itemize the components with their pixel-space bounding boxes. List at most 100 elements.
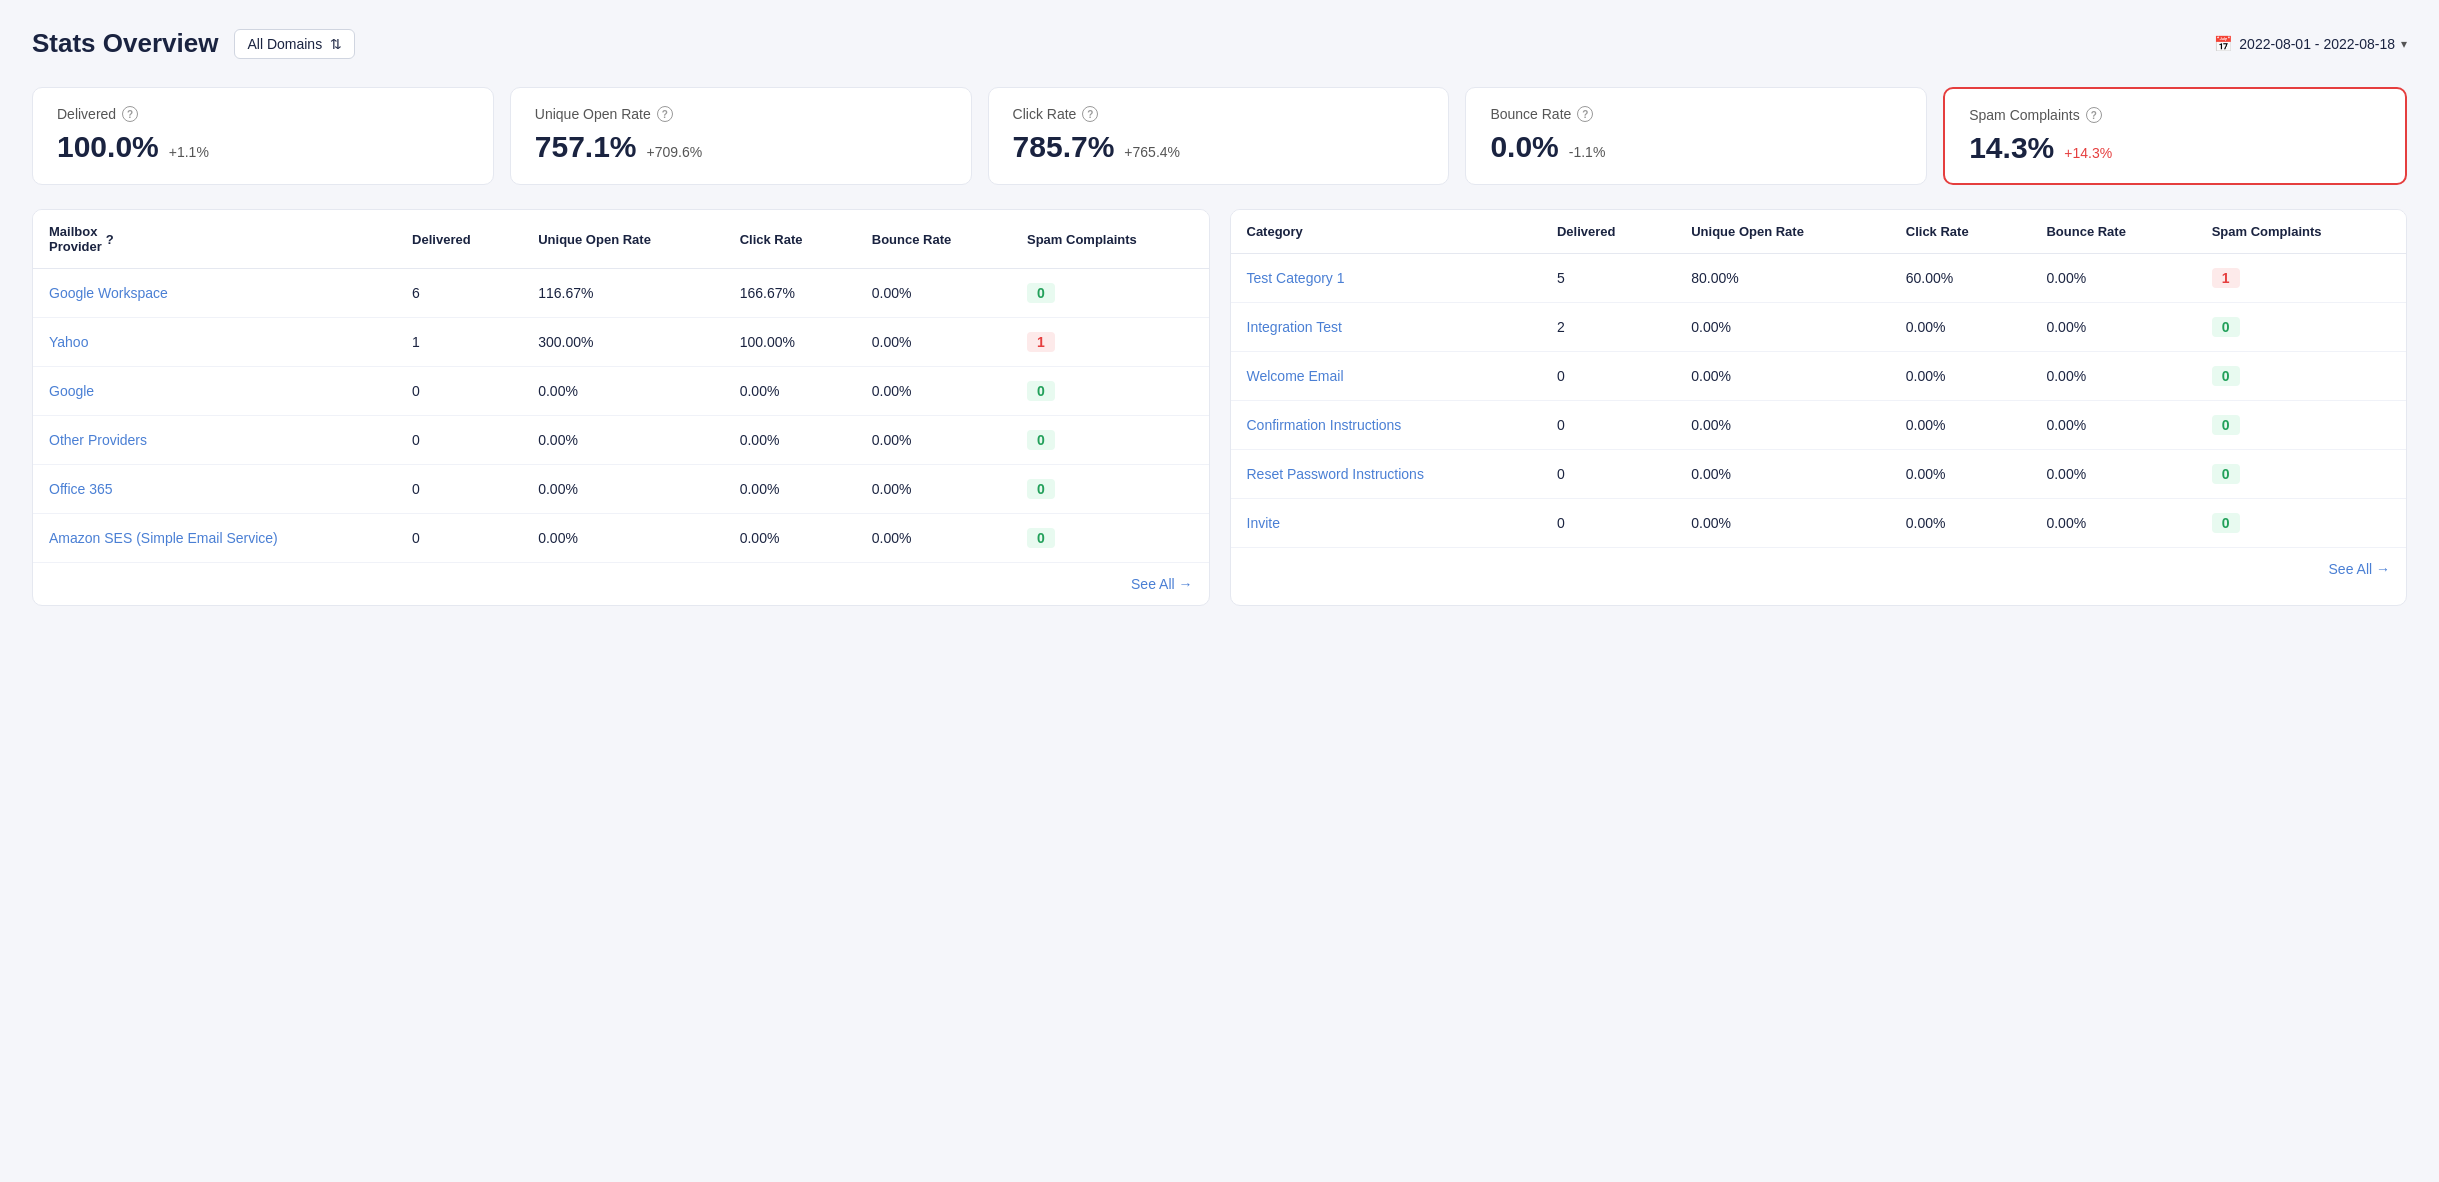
mailbox-name-cell[interactable]: Google (33, 367, 396, 416)
category-delivered-cell: 5 (1541, 254, 1675, 303)
category-see-all-link[interactable]: See All → (2329, 561, 2390, 577)
stat-value-delivered: 100.0% (57, 130, 159, 164)
col-mailbox-provider: MailboxProvider ? (33, 210, 396, 269)
category-table-row: Reset Password Instructions 0 0.00% 0.00… (1231, 450, 2407, 499)
stat-value-row-delivered: 100.0% +1.1% (57, 130, 469, 164)
category-table-row: Welcome Email 0 0.00% 0.00% 0.00% 0 (1231, 352, 2407, 401)
tables-row: MailboxProvider ? Delivered Unique Open … (32, 209, 2407, 606)
col-cat-unique-open-rate: Unique Open Rate (1675, 210, 1890, 254)
category-spam-badge: 0 (2212, 317, 2240, 337)
stat-change-unique_open_rate: +709.6% (647, 144, 703, 160)
mailbox-bounce-rate-cell: 0.00% (856, 318, 1011, 367)
category-spam-badge: 0 (2212, 513, 2240, 533)
stat-card-click_rate: Click Rate ? 785.7% +765.4% (988, 87, 1450, 185)
category-click-rate-cell: 0.00% (1890, 303, 2031, 352)
stat-card-spam_complaints: Spam Complaints ? 14.3% +14.3% (1943, 87, 2407, 185)
mailbox-see-all-row: See All → (33, 562, 1209, 605)
mailbox-name-cell[interactable]: Yahoo (33, 318, 396, 367)
stat-card-delivered: Delivered ? 100.0% +1.1% (32, 87, 494, 185)
category-name-cell[interactable]: Integration Test (1231, 303, 1541, 352)
date-range-value: 2022-08-01 - 2022-08-18 (2239, 36, 2395, 52)
category-spam-cell: 0 (2196, 499, 2406, 548)
category-delivered-cell: 2 (1541, 303, 1675, 352)
category-spam-badge: 0 (2212, 366, 2240, 386)
mailbox-table-row: Office 365 0 0.00% 0.00% 0.00% 0 (33, 465, 1209, 514)
page-header: Stats Overview All Domains ⇅ 📅 2022-08-0… (32, 28, 2407, 59)
stat-value-row-unique_open_rate: 757.1% +709.6% (535, 130, 947, 164)
mailbox-delivered-cell: 0 (396, 367, 522, 416)
category-bounce-rate-cell: 0.00% (2030, 303, 2195, 352)
stat-help-icon-spam_complaints[interactable]: ? (2086, 107, 2102, 123)
mailbox-name-cell[interactable]: Amazon SES (Simple Email Service) (33, 514, 396, 563)
stat-value-row-click_rate: 785.7% +765.4% (1013, 130, 1425, 164)
category-spam-cell: 0 (2196, 352, 2406, 401)
category-spam-cell: 0 (2196, 303, 2406, 352)
category-table: Category Delivered Unique Open Rate Clic… (1231, 210, 2407, 547)
mailbox-table-row: Yahoo 1 300.00% 100.00% 0.00% 1 (33, 318, 1209, 367)
stat-card-bounce_rate: Bounce Rate ? 0.0% -1.1% (1465, 87, 1927, 185)
stat-value-click_rate: 785.7% (1013, 130, 1115, 164)
date-range-picker[interactable]: 📅 2022-08-01 - 2022-08-18 ▾ (2214, 35, 2407, 53)
mailbox-name-cell[interactable]: Office 365 (33, 465, 396, 514)
domain-select-value: All Domains (247, 36, 322, 52)
mailbox-spam-cell: 0 (1011, 416, 1209, 465)
category-bounce-rate-cell: 0.00% (2030, 450, 2195, 499)
category-spam-cell: 1 (2196, 254, 2406, 303)
mailbox-table-row: Google Workspace 6 116.67% 166.67% 0.00%… (33, 269, 1209, 318)
category-click-rate-cell: 0.00% (1890, 352, 2031, 401)
category-name-cell[interactable]: Confirmation Instructions (1231, 401, 1541, 450)
category-spam-badge: 1 (2212, 268, 2240, 288)
category-name-cell[interactable]: Reset Password Instructions (1231, 450, 1541, 499)
category-table-row: Test Category 1 5 80.00% 60.00% 0.00% 1 (1231, 254, 2407, 303)
mailbox-spam-cell: 0 (1011, 465, 1209, 514)
stat-change-click_rate: +765.4% (1124, 144, 1180, 160)
stat-help-icon-delivered[interactable]: ? (122, 106, 138, 122)
mailbox-name-cell[interactable]: Google Workspace (33, 269, 396, 318)
mailbox-open-rate-cell: 0.00% (522, 465, 723, 514)
mailbox-provider-help-icon[interactable]: ? (106, 232, 114, 247)
category-spam-cell: 0 (2196, 401, 2406, 450)
col-cat-delivered: Delivered (1541, 210, 1675, 254)
mailbox-delivered-cell: 0 (396, 514, 522, 563)
category-spam-badge: 0 (2212, 415, 2240, 435)
category-delivered-cell: 0 (1541, 352, 1675, 401)
category-open-rate-cell: 80.00% (1675, 254, 1890, 303)
mailbox-spam-cell: 0 (1011, 269, 1209, 318)
mailbox-delivered-cell: 6 (396, 269, 522, 318)
col-bounce-rate: Bounce Rate (856, 210, 1011, 269)
mailbox-open-rate-cell: 300.00% (522, 318, 723, 367)
mailbox-spam-badge: 0 (1027, 283, 1055, 303)
mailbox-open-rate-cell: 0.00% (522, 416, 723, 465)
stat-value-row-bounce_rate: 0.0% -1.1% (1490, 130, 1902, 164)
mailbox-provider-table-card: MailboxProvider ? Delivered Unique Open … (32, 209, 1210, 606)
stat-help-icon-bounce_rate[interactable]: ? (1577, 106, 1593, 122)
category-name-cell[interactable]: Welcome Email (1231, 352, 1541, 401)
mailbox-spam-cell: 0 (1011, 367, 1209, 416)
mailbox-bounce-rate-cell: 0.00% (856, 514, 1011, 563)
mailbox-spam-badge: 0 (1027, 528, 1055, 548)
mailbox-see-all-link[interactable]: See All → (1131, 576, 1192, 592)
category-name-cell[interactable]: Invite (1231, 499, 1541, 548)
page-title: Stats Overview (32, 28, 218, 59)
category-bounce-rate-cell: 0.00% (2030, 254, 2195, 303)
category-delivered-cell: 0 (1541, 499, 1675, 548)
stat-help-icon-click_rate[interactable]: ? (1082, 106, 1098, 122)
stat-label-delivered: Delivered ? (57, 106, 469, 122)
stat-label-spam_complaints: Spam Complaints ? (1969, 107, 2381, 123)
category-open-rate-cell: 0.00% (1675, 401, 1890, 450)
category-name-cell[interactable]: Test Category 1 (1231, 254, 1541, 303)
mailbox-click-rate-cell: 100.00% (724, 318, 856, 367)
category-bounce-rate-cell: 0.00% (2030, 352, 2195, 401)
col-unique-open-rate: Unique Open Rate (522, 210, 723, 269)
mailbox-spam-cell: 0 (1011, 514, 1209, 563)
mailbox-bounce-rate-cell: 0.00% (856, 465, 1011, 514)
domain-select[interactable]: All Domains ⇅ (234, 29, 355, 59)
category-table-row: Confirmation Instructions 0 0.00% 0.00% … (1231, 401, 2407, 450)
stat-card-unique_open_rate: Unique Open Rate ? 757.1% +709.6% (510, 87, 972, 185)
mailbox-click-rate-cell: 166.67% (724, 269, 856, 318)
mailbox-name-cell[interactable]: Other Providers (33, 416, 396, 465)
stat-help-icon-unique_open_rate[interactable]: ? (657, 106, 673, 122)
col-click-rate: Click Rate (724, 210, 856, 269)
category-table-card: Category Delivered Unique Open Rate Clic… (1230, 209, 2408, 606)
mailbox-open-rate-cell: 0.00% (522, 367, 723, 416)
